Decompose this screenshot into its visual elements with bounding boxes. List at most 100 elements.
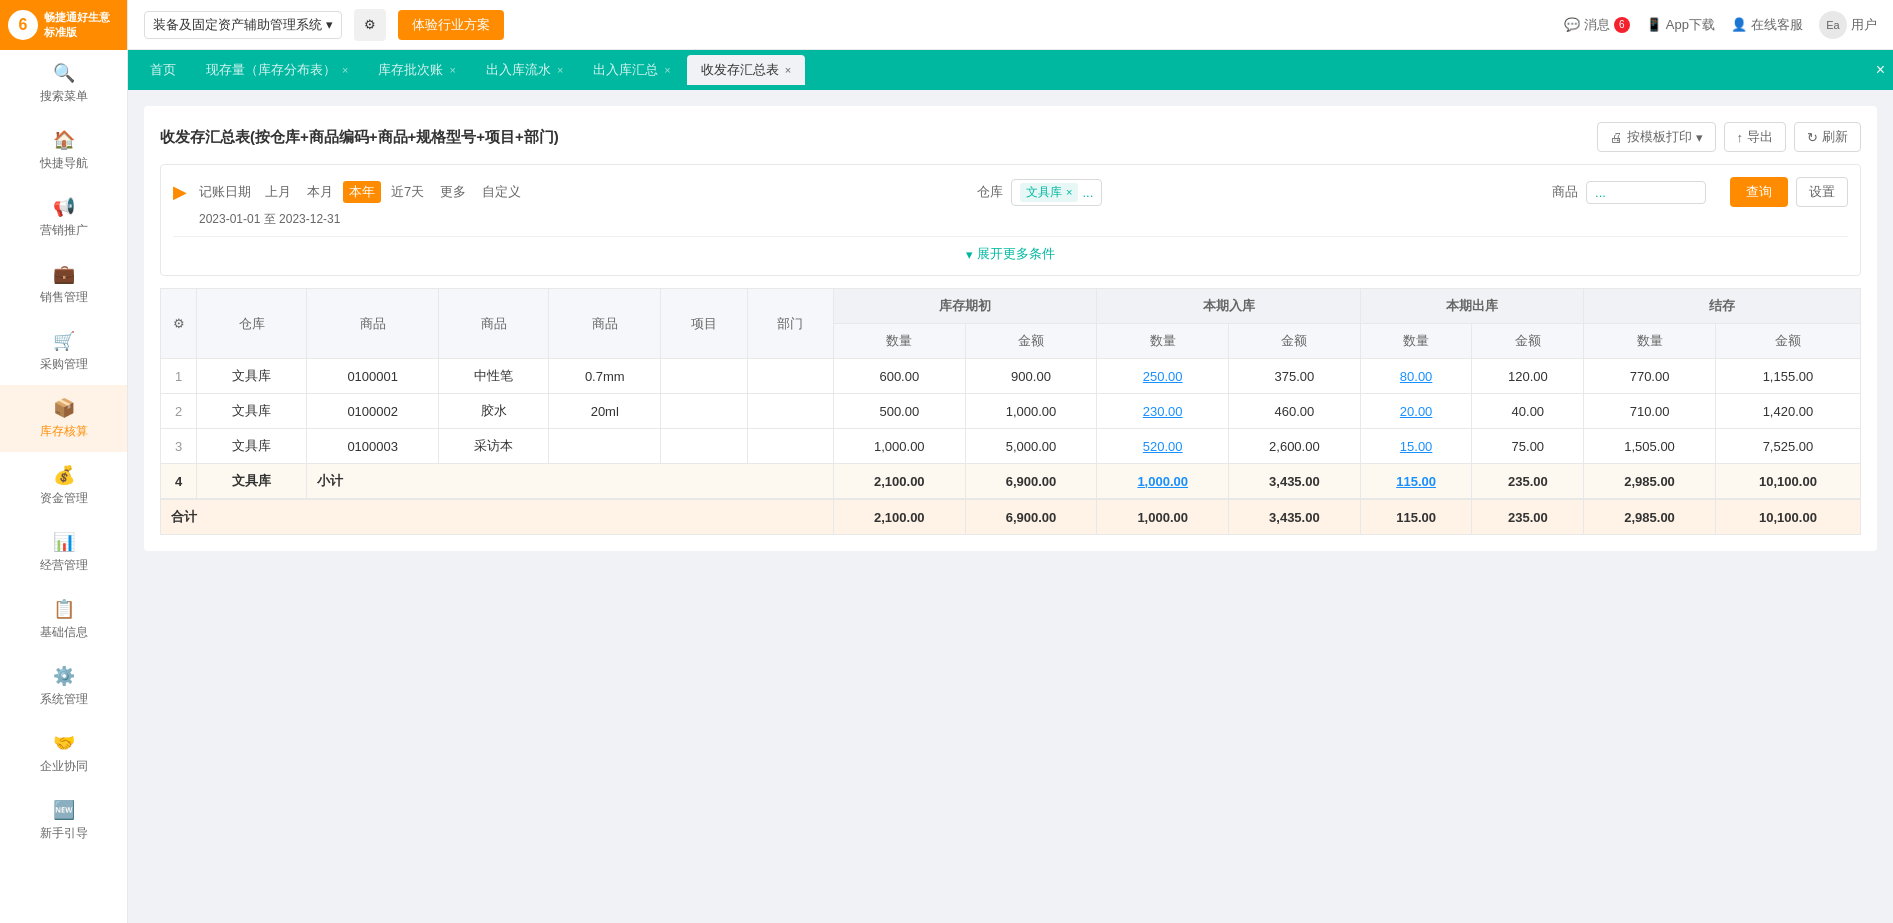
table-settings-header[interactable]: ⚙ [161,289,197,359]
total-in-qty: 1,000.00 [1097,499,1229,535]
goods-more-btn[interactable]: ... [1595,185,1606,200]
sidebar-item-cooperation[interactable]: 🤝 企业协同 [0,720,127,787]
main-area: 装备及固定资产辅助管理系统 ▾ ⚙ 体验行业方案 💬 消息 6 📱 App下载 … [128,0,1893,923]
page-header: 收发存汇总表(按仓库+商品编码+商品+规格型号+项目+部门) 🖨 按模板打印 ▾… [160,122,1861,152]
sidebar-item-purchase[interactable]: 🛒 采购管理 [0,318,127,385]
row-goods-code: 0100001 [307,359,439,394]
date-btn-custom[interactable]: 自定义 [476,181,527,203]
user-item[interactable]: Ea 用户 [1819,11,1877,39]
tab-batch-account-label: 库存批次账 [378,61,443,79]
row-project [661,429,747,464]
date-label: 记账日期 [199,183,251,201]
tab-in-out-flow-close[interactable]: × [557,64,563,76]
sidebar-label-finance: 资金管理 [40,490,88,507]
tabbar: 首页 现存量（库存分布表） × 库存批次账 × 出入库流水 × 出入库汇总 × … [128,50,1893,90]
row-in-qty[interactable]: 230.00 [1097,394,1229,429]
tab-batch-account-close[interactable]: × [449,64,455,76]
goods-filter-input[interactable]: ... [1586,181,1706,204]
refresh-button[interactable]: ↻ 刷新 [1794,122,1861,152]
sidebar-item-finance[interactable]: 💰 资金管理 [0,452,127,519]
row-out-amt: 40.00 [1472,394,1584,429]
sidebar-item-guide[interactable]: 🆕 新手引导 [0,787,127,854]
user-label: 用户 [1851,16,1877,34]
tab-home-label: 首页 [150,61,176,79]
sidebar: 6 畅捷通好生意 标准版 🔍 搜索菜单 🏠 快捷导航 📢 营销推广 💼 销售管理… [0,0,128,923]
sidebar-item-quick-nav[interactable]: 🏠 快捷导航 [0,117,127,184]
sidebar-item-operations[interactable]: 📊 经营管理 [0,519,127,586]
subtotal-in-qty[interactable]: 1,000.00 [1097,464,1229,500]
notification-item[interactable]: 💬 消息 6 [1564,16,1630,34]
row-closing-amt: 7,525.00 [1715,429,1860,464]
row-dept [747,429,833,464]
tab-recv-send-summary-label: 收发存汇总表 [701,61,779,79]
row-closing-amt: 1,155.00 [1715,359,1860,394]
query-button[interactable]: 查询 [1730,177,1788,207]
total-row: 合计 2,100.00 6,900.00 1,000.00 3,435.00 1… [161,499,1861,535]
row-project [661,394,747,429]
row-opening-amt: 5,000.00 [965,429,1097,464]
subtotal-closing-amt: 10,100.00 [1715,464,1860,500]
experience-button[interactable]: 体验行业方案 [398,10,504,40]
row-opening-qty: 500.00 [833,394,965,429]
print-button[interactable]: 🖨 按模板打印 ▾ [1597,122,1716,152]
purchase-icon: 🛒 [53,330,75,352]
date-btn-7days[interactable]: 近7天 [385,181,430,203]
date-btn-last-month[interactable]: 上月 [259,181,297,203]
row-in-qty[interactable]: 520.00 [1097,429,1229,464]
row-index: 1 [161,359,197,394]
tab-recv-send-summary[interactable]: 收发存汇总表 × [687,55,805,85]
sidebar-item-system[interactable]: ⚙️ 系统管理 [0,653,127,720]
export-button[interactable]: ↑ 导出 [1724,122,1787,152]
row-out-qty[interactable]: 15.00 [1360,429,1472,464]
sidebar-item-marketing[interactable]: 📢 营销推广 [0,184,127,251]
service-icon: 👤 [1731,17,1747,32]
subtotal-out-qty[interactable]: 115.00 [1360,464,1472,500]
settings-icon[interactable]: ⚙ [354,9,386,41]
tab-recv-send-summary-close[interactable]: × [785,64,791,76]
filter-arrow[interactable]: ▶ [173,181,187,203]
tab-batch-account[interactable]: 库存批次账 × [364,55,469,85]
system-title: 装备及固定资产辅助管理系统 [153,16,322,34]
tabbar-close-all[interactable]: × [1876,61,1885,79]
date-btn-this-year[interactable]: 本年 [343,181,381,203]
sidebar-item-inventory[interactable]: 📦 库存核算 [0,385,127,452]
tab-inventory-dist[interactable]: 现存量（库存分布表） × [192,55,362,85]
row-in-amt: 460.00 [1229,394,1361,429]
tab-inventory-dist-close[interactable]: × [342,64,348,76]
row-index: 3 [161,429,197,464]
col-out-header: 本期出库 [1360,289,1584,324]
home-icon: 🏠 [53,129,75,151]
sidebar-item-sales[interactable]: 💼 销售管理 [0,251,127,318]
col-goods-code-header: 商品 [307,289,439,359]
row-out-qty[interactable]: 20.00 [1360,394,1472,429]
app-download-item[interactable]: 📱 App下载 [1646,16,1715,34]
table-wrapper: ⚙ 仓库 商品 商品 商品 项目 部门 库存期初 本期入库 本期出库 结存 [160,288,1861,535]
sidebar-label-marketing: 营销推广 [40,222,88,239]
expand-button[interactable]: ▾ 展开更多条件 [966,245,1055,263]
row-in-qty[interactable]: 250.00 [1097,359,1229,394]
date-filter-section: 记账日期 上月 本月 本年 近7天 更多 自定义 [199,181,527,203]
date-btn-this-month[interactable]: 本月 [301,181,339,203]
row-goods-code: 0100003 [307,429,439,464]
warehouse-more-btn[interactable]: ... [1082,185,1093,200]
system-selector[interactable]: 装备及固定资产辅助管理系统 ▾ [144,11,342,39]
tab-in-out-summary-close[interactable]: × [664,64,670,76]
warehouse-filter-input[interactable]: 文具库 × ... [1011,179,1102,206]
goods-filter-section: 商品 ... [1552,181,1706,204]
col-warehouse-header: 仓库 [197,289,307,359]
sidebar-label-search: 搜索菜单 [40,88,88,105]
subtotal-in-amt: 3,435.00 [1229,464,1361,500]
tab-in-out-flow[interactable]: 出入库流水 × [472,55,577,85]
tab-in-out-summary[interactable]: 出入库汇总 × [579,55,684,85]
sidebar-item-search[interactable]: 🔍 搜索菜单 [0,50,127,117]
filter-line: ▶ 记账日期 上月 本月 本年 近7天 更多 自定义 [173,177,1848,207]
row-out-qty[interactable]: 80.00 [1360,359,1472,394]
row-project [661,359,747,394]
date-btn-more[interactable]: 更多 [434,181,472,203]
online-service-item[interactable]: 👤 在线客服 [1731,16,1803,34]
sidebar-item-base-info[interactable]: 📋 基础信息 [0,586,127,653]
settings-button[interactable]: 设置 [1796,177,1848,207]
cooperation-icon: 🤝 [53,732,75,754]
tab-home[interactable]: 首页 [136,55,190,85]
warehouse-tag-close[interactable]: × [1066,186,1072,198]
